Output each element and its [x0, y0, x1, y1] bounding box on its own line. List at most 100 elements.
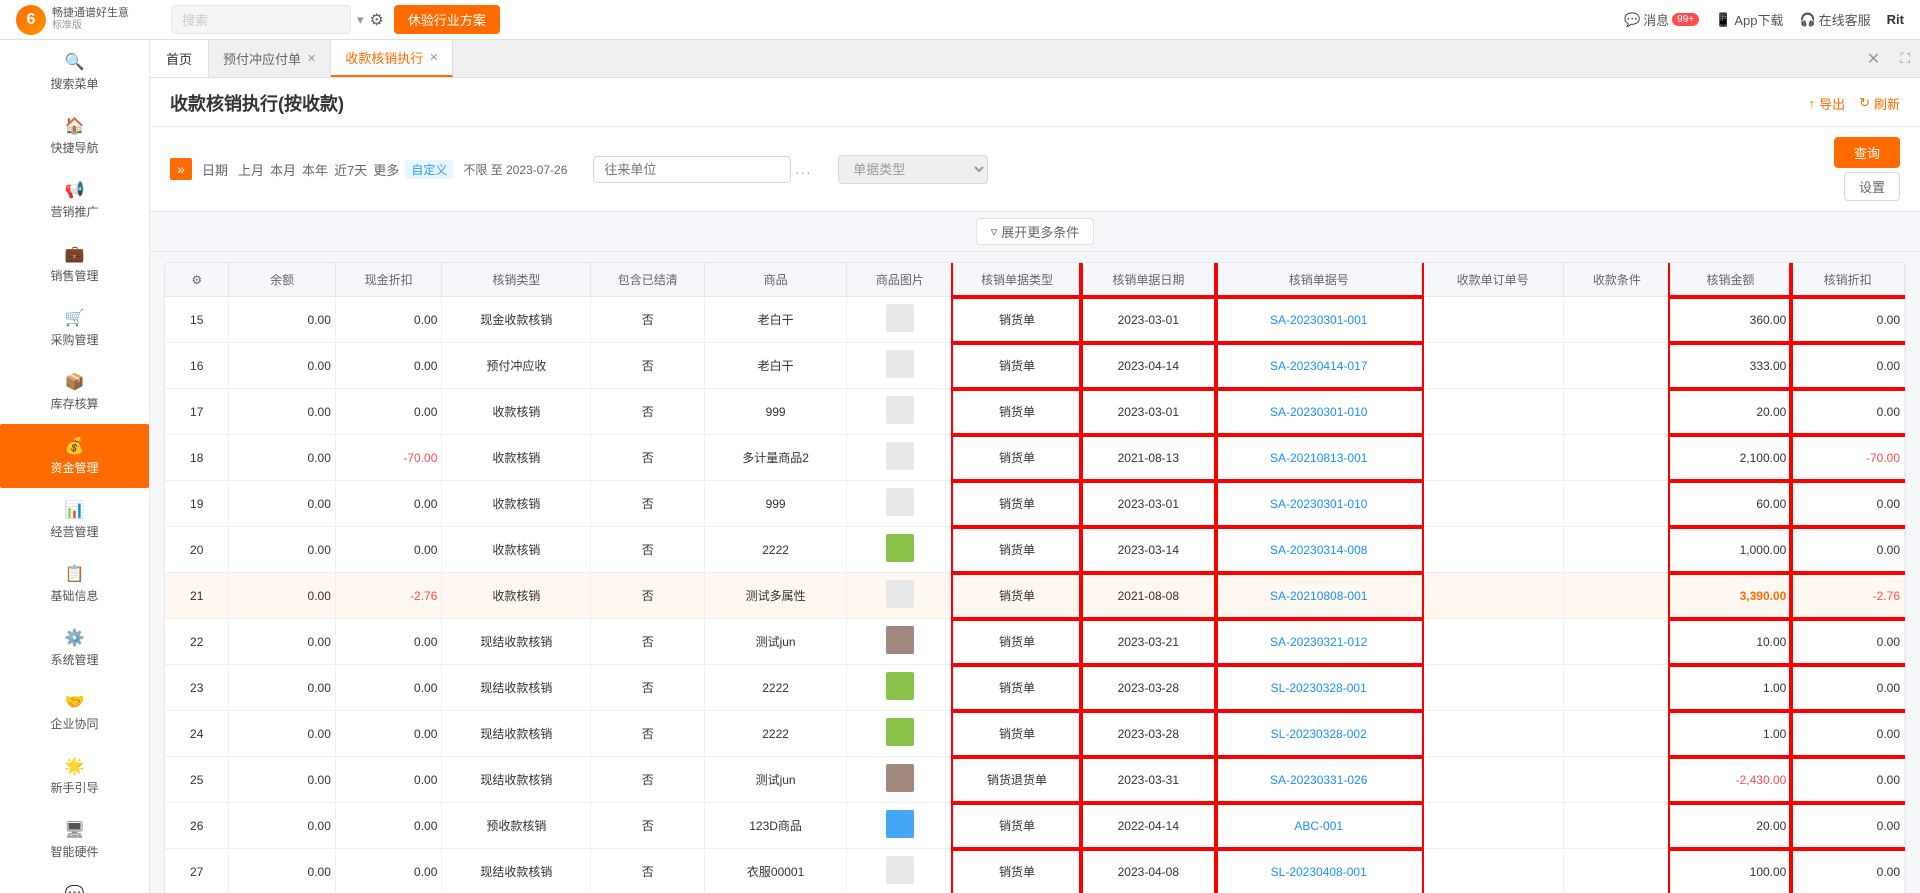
td-receipt-no[interactable]: SA-20230331-026 — [1216, 757, 1422, 803]
td-receipt-no[interactable]: SA-20210808-001 — [1216, 573, 1422, 619]
source-unit-input[interactable] — [593, 156, 791, 183]
td-write-off-discount: 0.00 — [1791, 481, 1905, 527]
refresh-btn[interactable]: ↻ 刷新 — [1859, 94, 1900, 113]
td-receipt-type: 销货单 — [953, 619, 1081, 665]
sidebar-item-purchase[interactable]: 🛒 采购管理 — [0, 296, 149, 360]
table-row: 20 0.00 0.00 收款核销 否 2222 销货单 2023-03-14 … — [165, 527, 1905, 573]
date-custom[interactable]: 自定义 — [405, 160, 453, 179]
tab-collection[interactable]: 收款核销执行 ✕ — [331, 40, 453, 77]
td-include-settled: 否 — [591, 849, 705, 893]
td-receipt-no[interactable]: SA-20230301-010 — [1216, 481, 1422, 527]
td-collection-condition — [1564, 619, 1671, 665]
service-label: 在线客服 — [1819, 10, 1871, 29]
tab-collection-close[interactable]: ✕ — [429, 51, 438, 64]
filter-right-actions: 查询 设置 — [1834, 137, 1900, 201]
col-collection-order-no: 收款单订单号 — [1422, 263, 1564, 297]
table-container: ⚙ 余额 现金折扣 核销类型 包含已结清 商品 商品图片 核销单据类型 核销单据… — [164, 262, 1906, 893]
date-7days[interactable]: 近7天 — [334, 160, 367, 179]
td-receipt-date: 2021-08-08 — [1081, 573, 1216, 619]
td-receipt-no[interactable]: SA-20230301-010 — [1216, 389, 1422, 435]
td-receipt-type: 销货单 — [953, 435, 1081, 481]
td-collection-condition — [1564, 297, 1671, 343]
export-btn[interactable]: ↑ 导出 — [1809, 94, 1846, 113]
td-write-off-discount: 0.00 — [1791, 665, 1905, 711]
marketing-icon: 📢 — [65, 180, 85, 200]
sidebar-item-wechat[interactable]: 💬 企业微信 — [0, 872, 149, 893]
sidebar-item-sales[interactable]: 💼 销售管理 — [0, 232, 149, 296]
sales-icon: 💼 — [65, 244, 85, 264]
finance-icon: 💰 — [65, 436, 85, 456]
date-more[interactable]: 更多 — [373, 160, 399, 179]
gear-icon[interactable]: ⚙ — [370, 10, 384, 30]
td-receipt-type: 销货退货单 — [953, 757, 1081, 803]
td-balance: 0.00 — [229, 619, 336, 665]
td-include-settled: 否 — [591, 803, 705, 849]
td-write-off-amount: 2,100.00 — [1670, 435, 1791, 481]
sidebar-item-collab[interactable]: 🤝 企业协同 — [0, 680, 149, 744]
td-id: 24 — [165, 711, 229, 757]
dropdown-icon[interactable]: ▾ — [357, 12, 364, 28]
sidebar-item-guide[interactable]: 🌟 新手引导 — [0, 744, 149, 808]
date-last-month[interactable]: 上月 — [238, 160, 264, 179]
td-goods: 多计量商品2 — [705, 435, 847, 481]
sidebar-item-base[interactable]: 📋 基础信息 — [0, 552, 149, 616]
td-goods: 123D商品 — [705, 803, 847, 849]
td-collection-condition — [1564, 573, 1671, 619]
date-this-month[interactable]: 本月 — [270, 160, 296, 179]
td-collection-order-no — [1422, 803, 1564, 849]
tab-prepay[interactable]: 预付冲应付单 ✕ — [209, 40, 331, 77]
query-btn[interactable]: 查询 — [1834, 137, 1900, 168]
sidebar-item-finance[interactable]: 💰 资金管理 — [0, 424, 149, 488]
td-receipt-date: 2022-04-14 — [1081, 803, 1216, 849]
message-btn[interactable]: 💬 消息 99+ — [1624, 10, 1699, 29]
tab-prepay-close[interactable]: ✕ — [307, 52, 316, 65]
filter-expand-btn[interactable]: » — [170, 158, 192, 180]
td-write-off-amount: 333.00 — [1670, 343, 1791, 389]
industry-btn[interactable]: 休验行业方案 — [394, 5, 500, 34]
sidebar: 🔍 搜索菜单 🏠 快捷导航 📢 营销推广 💼 销售管理 🛒 采购管理 📦 库存核… — [0, 40, 150, 893]
sidebar-item-marketing[interactable]: 📢 营销推广 — [0, 168, 149, 232]
td-write-off-discount: 0.00 — [1791, 757, 1905, 803]
td-write-off-type: 现结收款核销 — [442, 849, 591, 893]
source-unit-dots[interactable]: ... — [795, 162, 812, 177]
td-balance: 0.00 — [229, 665, 336, 711]
online-service-btn[interactable]: 🎧 在线客服 — [1799, 10, 1870, 29]
sidebar-item-hardware[interactable]: 🖥 智能硬件 — [0, 808, 149, 872]
settings-btn[interactable]: 设置 — [1844, 172, 1900, 201]
td-collection-order-no — [1422, 481, 1564, 527]
td-goods: 999 — [705, 389, 847, 435]
td-write-off-type: 预收款核销 — [442, 803, 591, 849]
td-receipt-no[interactable]: SA-20230321-012 — [1216, 619, 1422, 665]
td-include-settled: 否 — [591, 389, 705, 435]
td-write-off-amount: 20.00 — [1670, 803, 1791, 849]
user-name[interactable]: Rit — [1887, 12, 1904, 27]
sidebar-item-system[interactable]: ⚙️ 系统管理 — [0, 616, 149, 680]
app-sub: 标准版 — [52, 20, 129, 32]
app-download-btn[interactable]: 📱 App下载 — [1715, 10, 1783, 29]
tab-home[interactable]: 首页 — [150, 40, 209, 77]
td-receipt-no[interactable]: SA-20230314-008 — [1216, 527, 1422, 573]
col-receipt-no: 核销单据号 — [1216, 263, 1422, 297]
date-this-year[interactable]: 本年 — [302, 160, 328, 179]
td-receipt-no[interactable]: SA-20230414-017 — [1216, 343, 1422, 389]
col-settings[interactable]: ⚙ — [165, 263, 229, 297]
window-close-btn[interactable]: ✕ — [1857, 40, 1890, 77]
sidebar-item-quick[interactable]: 🏠 快捷导航 — [0, 104, 149, 168]
td-receipt-no[interactable]: SL-20230328-001 — [1216, 665, 1422, 711]
window-expand-btn[interactable]: ⛶ — [1890, 40, 1920, 77]
receipt-type-select[interactable]: 单据类型 — [838, 155, 988, 184]
sidebar-item-inventory[interactable]: 📦 库存核算 — [0, 360, 149, 424]
td-receipt-no[interactable]: ABC-001 — [1216, 803, 1422, 849]
td-receipt-no[interactable]: SA-20230301-001 — [1216, 297, 1422, 343]
sidebar-item-search[interactable]: 🔍 搜索菜单 — [0, 40, 149, 104]
td-receipt-no[interactable]: SL-20230408-001 — [1216, 849, 1422, 893]
td-receipt-no[interactable]: SA-20210813-001 — [1216, 435, 1422, 481]
td-receipt-no[interactable]: SL-20230328-002 — [1216, 711, 1422, 757]
base-icon: 📋 — [65, 564, 85, 584]
td-collection-order-no — [1422, 343, 1564, 389]
service-icon: 🎧 — [1799, 12, 1815, 28]
expand-more-btn[interactable]: ▿ 展开更多条件 — [976, 218, 1095, 245]
td-collection-order-no — [1422, 527, 1564, 573]
td-write-off-amount: 100.00 — [1670, 849, 1791, 893]
sidebar-item-operations[interactable]: 📊 经营管理 — [0, 488, 149, 552]
